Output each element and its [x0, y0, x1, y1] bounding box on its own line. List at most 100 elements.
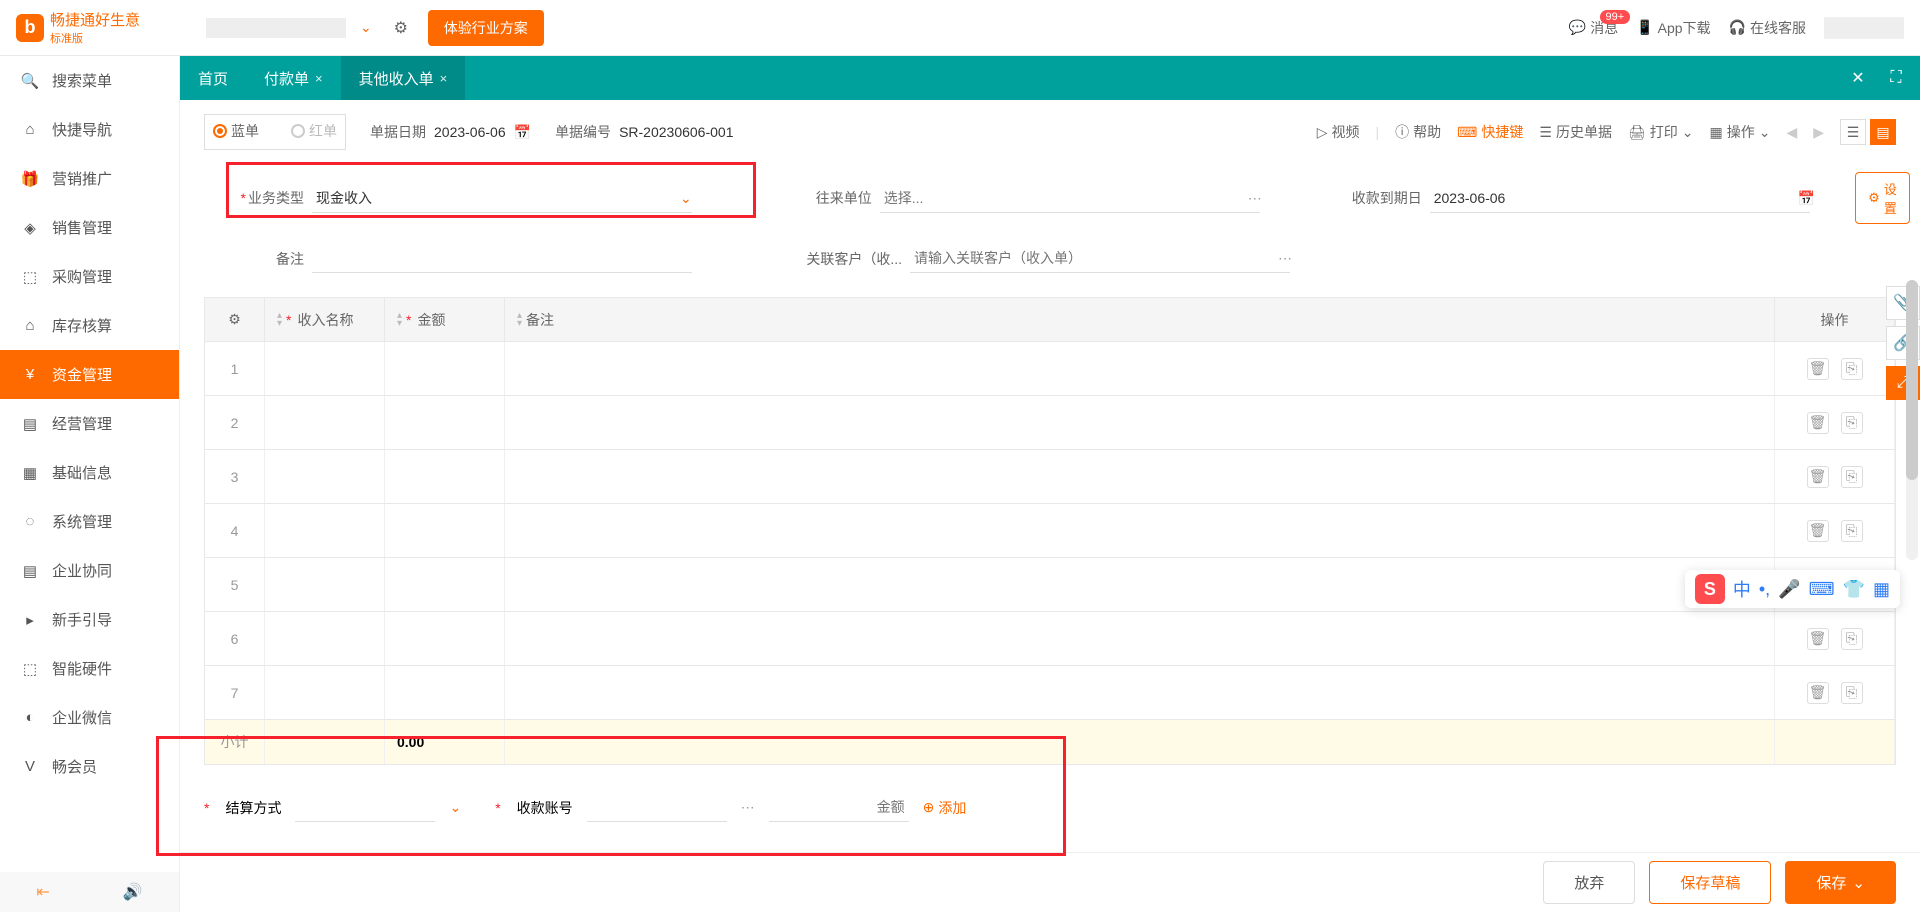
- amount-input[interactable]: [769, 793, 909, 822]
- save-draft-button[interactable]: 保存草稿: [1649, 861, 1771, 904]
- cell-amount[interactable]: [385, 666, 505, 719]
- delete-icon[interactable]: 🗑: [1807, 358, 1829, 380]
- cell-remark[interactable]: [505, 396, 1775, 449]
- copy-icon[interactable]: ⎘: [1841, 412, 1863, 434]
- delete-icon[interactable]: 🗑: [1807, 466, 1829, 488]
- prev-icon[interactable]: ◀: [1786, 124, 1797, 141]
- operate-button[interactable]: ▦操作⌄: [1709, 122, 1770, 142]
- expand-icon[interactable]: ⛶: [1882, 64, 1910, 92]
- next-icon[interactable]: ▶: [1813, 124, 1824, 141]
- partner-input[interactable]: [880, 184, 1260, 213]
- table-row[interactable]: 6 🗑 ⎘: [205, 612, 1895, 666]
- close-icon[interactable]: ×: [440, 71, 448, 86]
- cell-amount[interactable]: [385, 450, 505, 503]
- sidebar-item-7[interactable]: ▤经营管理: [0, 399, 179, 448]
- table-settings-header[interactable]: ⚙: [205, 298, 265, 341]
- copy-icon[interactable]: ⎘: [1841, 520, 1863, 542]
- ime-skin-icon[interactable]: 👕: [1843, 579, 1865, 600]
- sound-icon[interactable]: 🔊: [123, 882, 143, 902]
- cell-income-name[interactable]: [265, 558, 385, 611]
- sidebar-item-14[interactable]: V畅会员: [0, 742, 179, 791]
- table-row[interactable]: 7 🗑 ⎘: [205, 666, 1895, 720]
- company-selector[interactable]: ⌄ ⚙ 体验行业方案: [206, 10, 544, 46]
- sidebar-item-11[interactable]: ▸新手引导: [0, 595, 179, 644]
- video-button[interactable]: ▷视频: [1317, 122, 1360, 142]
- table-row[interactable]: 5 🗑 ⎘: [205, 558, 1895, 612]
- business-type-input[interactable]: [312, 184, 692, 213]
- cell-amount[interactable]: [385, 396, 505, 449]
- delete-icon[interactable]: 🗑: [1807, 628, 1829, 650]
- col-amount[interactable]: ▴▾*金额: [385, 298, 505, 341]
- cell-income-name[interactable]: [265, 504, 385, 557]
- calendar-icon[interactable]: 📅: [514, 124, 531, 141]
- cell-remark[interactable]: [505, 504, 1775, 557]
- table-row[interactable]: 1 🗑 ⎘: [205, 342, 1895, 396]
- cell-amount[interactable]: [385, 342, 505, 395]
- print-button[interactable]: 🖨打印⌄: [1628, 122, 1694, 142]
- calendar-icon[interactable]: 📅: [1798, 190, 1815, 207]
- radio-red[interactable]: 红单: [283, 115, 345, 147]
- experience-button[interactable]: 体验行业方案: [428, 10, 544, 46]
- copy-icon[interactable]: ⎘: [1841, 466, 1863, 488]
- sidebar-item-6[interactable]: ¥资金管理: [0, 350, 179, 399]
- tab-1[interactable]: 付款单×: [246, 56, 341, 100]
- cell-amount[interactable]: [385, 558, 505, 611]
- ime-toolbox-icon[interactable]: ▦: [1873, 579, 1890, 600]
- tab-0[interactable]: 首页: [180, 56, 246, 100]
- cell-income-name[interactable]: [265, 612, 385, 665]
- sidebar-item-4[interactable]: ⬚采购管理: [0, 252, 179, 301]
- vertical-scrollbar[interactable]: [1906, 280, 1918, 560]
- ime-lang[interactable]: 中: [1733, 576, 1751, 602]
- cell-income-name[interactable]: [265, 396, 385, 449]
- history-button[interactable]: ☰历史单据: [1539, 122, 1612, 142]
- table-row[interactable]: 4 🗑 ⎘: [205, 504, 1895, 558]
- online-service-button[interactable]: 🎧 在线客服: [1729, 18, 1806, 38]
- scrollbar-thumb[interactable]: [1906, 280, 1918, 480]
- cell-remark[interactable]: [505, 450, 1775, 503]
- messages-button[interactable]: 💬 消息 99+: [1569, 18, 1618, 38]
- settle-method-input[interactable]: [295, 793, 435, 822]
- cell-amount[interactable]: [385, 612, 505, 665]
- copy-icon[interactable]: ⎘: [1841, 358, 1863, 380]
- table-row[interactable]: 2 🗑 ⎘: [205, 396, 1895, 450]
- table-row[interactable]: 3 🗑 ⎘: [205, 450, 1895, 504]
- due-date-input[interactable]: [1430, 184, 1810, 213]
- sidebar-item-2[interactable]: 🎁营销推广: [0, 154, 179, 203]
- cell-income-name[interactable]: [265, 342, 385, 395]
- sidebar-item-8[interactable]: ▦基础信息: [0, 448, 179, 497]
- close-tab-icon[interactable]: ✕: [1844, 64, 1872, 92]
- help-button[interactable]: ⓘ帮助: [1395, 122, 1441, 142]
- related-customer-input[interactable]: [910, 244, 1290, 273]
- more-icon[interactable]: ⋯: [741, 799, 755, 816]
- cell-income-name[interactable]: [265, 666, 385, 719]
- sidebar-item-5[interactable]: ⌂库存核算: [0, 301, 179, 350]
- app-download-button[interactable]: 📱 App下载: [1636, 18, 1710, 38]
- collapse-icon[interactable]: ⇤: [36, 882, 49, 902]
- cell-income-name[interactable]: [265, 450, 385, 503]
- radio-blue[interactable]: 蓝单: [205, 115, 267, 147]
- ime-mic-icon[interactable]: 🎤: [1778, 579, 1800, 600]
- copy-icon[interactable]: ⎘: [1841, 628, 1863, 650]
- sidebar-item-0[interactable]: 🔍搜索菜单: [0, 56, 179, 105]
- save-button[interactable]: 保存 ⌄: [1785, 861, 1896, 904]
- view-detail-button[interactable]: ▤: [1870, 119, 1896, 145]
- cell-remark[interactable]: [505, 666, 1775, 719]
- more-icon[interactable]: ⋯: [1278, 250, 1292, 267]
- copy-icon[interactable]: ⎘: [1841, 682, 1863, 704]
- ime-keyboard-icon[interactable]: ⌨: [1809, 579, 1835, 600]
- ime-punct-icon[interactable]: •,: [1759, 579, 1770, 600]
- account-input[interactable]: [587, 793, 727, 822]
- field-settings-button[interactable]: ⚙设置: [1855, 172, 1910, 224]
- col-income-name[interactable]: ▴▾*收入名称: [265, 298, 385, 341]
- sidebar-item-3[interactable]: ◈销售管理: [0, 203, 179, 252]
- cell-remark[interactable]: [505, 612, 1775, 665]
- tab-2[interactable]: 其他收入单×: [341, 56, 466, 100]
- sidebar-item-10[interactable]: ▤企业协同: [0, 546, 179, 595]
- sidebar-item-1[interactable]: ⌂快捷导航: [0, 105, 179, 154]
- logo[interactable]: b 畅捷通好生意 标准版: [16, 9, 176, 46]
- sidebar-item-9[interactable]: ◌系统管理: [0, 497, 179, 546]
- sidebar-item-12[interactable]: ⬚智能硬件: [0, 644, 179, 693]
- cell-remark[interactable]: [505, 558, 1775, 611]
- gear-icon[interactable]: ⚙: [386, 13, 416, 43]
- user-info-placeholder[interactable]: [1824, 17, 1904, 39]
